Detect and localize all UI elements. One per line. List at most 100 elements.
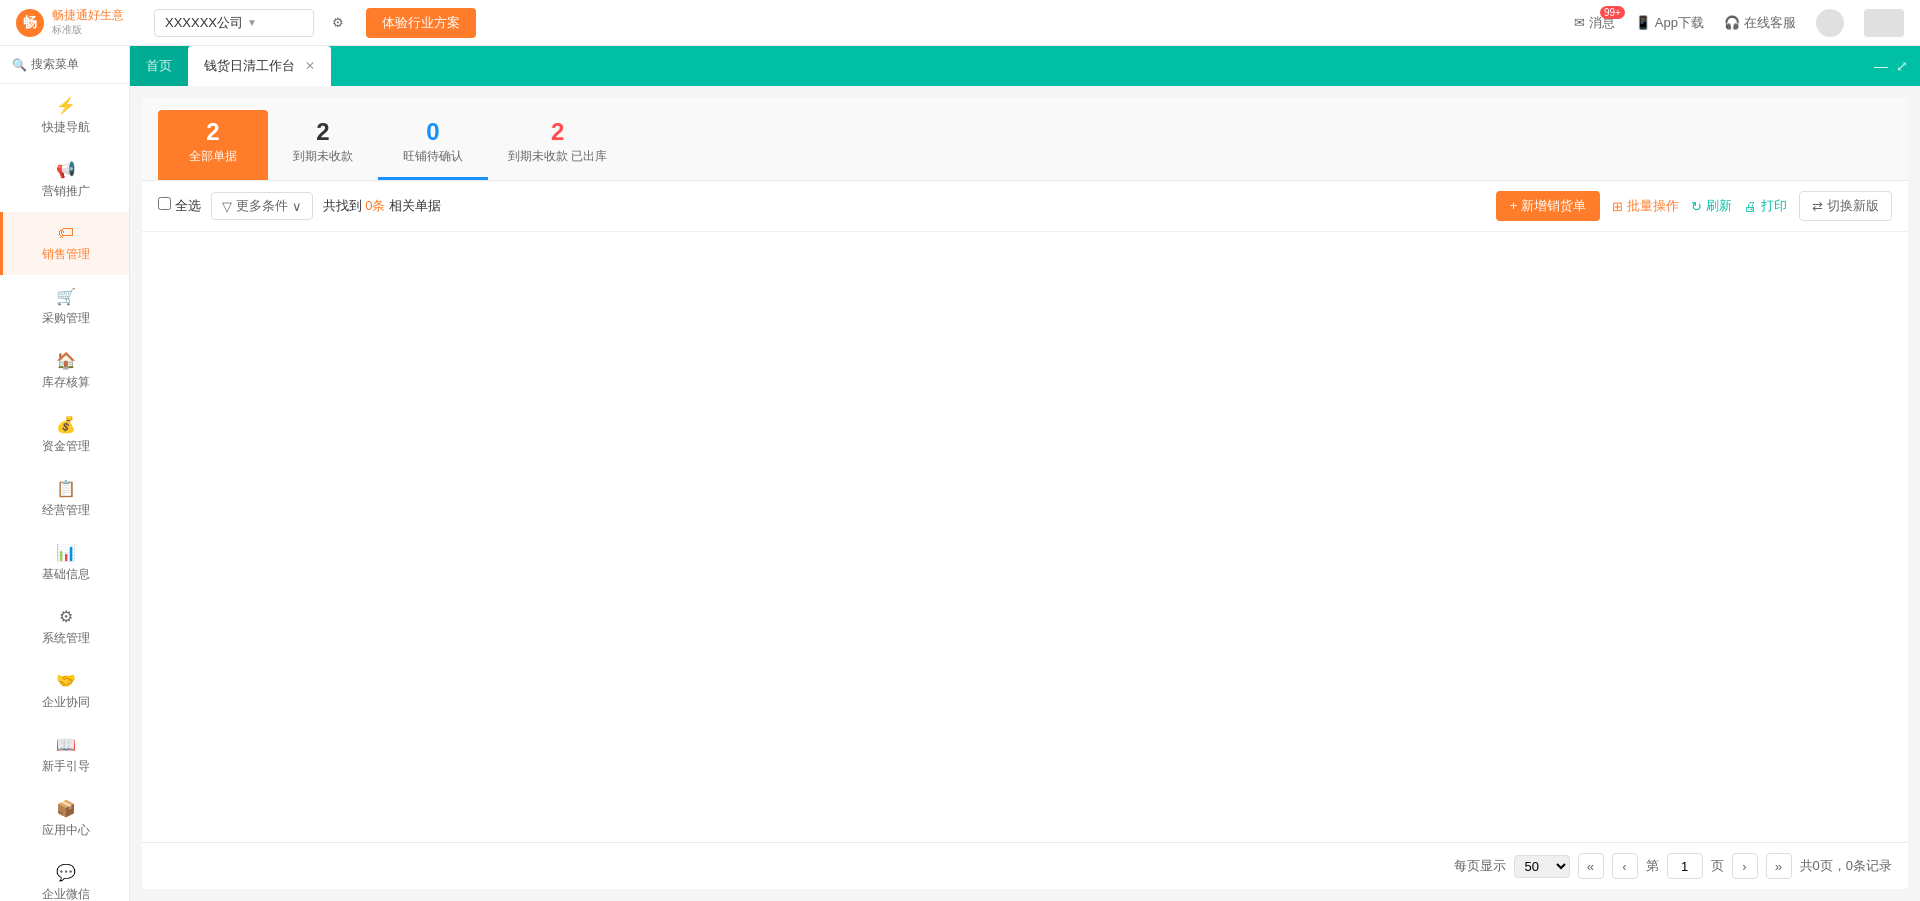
prev-page-button[interactable]: ‹ (1612, 853, 1638, 879)
print-button[interactable]: 🖨 打印 (1744, 197, 1787, 215)
cooperation-label: 企业协同 (42, 694, 90, 711)
checkbox-input[interactable] (158, 197, 171, 210)
operations-icon: 📋 (56, 479, 76, 498)
basic-info-label: 基础信息 (42, 566, 90, 583)
page-suffix: 页 (1711, 857, 1724, 875)
stat-pending-label: 旺铺待确认 (403, 148, 463, 165)
user-name-area (1864, 9, 1904, 37)
sidebar: 🔍 搜索菜单 ⚡ 快捷导航 📢 营销推广 🏷 销售管理 🛒 采购管理 🏠 库存核… (0, 46, 130, 901)
select-all-label: 全选 (175, 198, 201, 213)
online-service-action[interactable]: 🎧 在线客服 (1724, 14, 1796, 32)
stat-all-num: 2 (206, 118, 219, 146)
tab-maximize-icon[interactable]: ⤢ (1896, 58, 1908, 74)
search-menu[interactable]: 🔍 搜索菜单 (0, 46, 129, 84)
total-text: 共0页，0条记录 (1800, 857, 1892, 875)
quick-nav-label: 快捷导航 (42, 119, 90, 136)
finance-label: 资金管理 (42, 438, 90, 455)
batch-icon: ⊞ (1612, 199, 1623, 214)
marketing-icon: 📢 (56, 160, 76, 179)
avatar[interactable] (1816, 9, 1844, 37)
stat-tab-all[interactable]: 2 全部单据 (158, 110, 268, 180)
filter-icon: ▽ (222, 199, 232, 214)
sidebar-item-cooperation[interactable]: 🤝 企业协同 (0, 659, 129, 723)
sidebar-item-wechat[interactable]: 💬 企业微信 (0, 851, 129, 901)
wechat-icon: 💬 (56, 863, 76, 882)
tab-close-icon[interactable]: ✕ (305, 59, 315, 73)
select-all-checkbox[interactable]: 全选 (158, 197, 201, 215)
search-menu-label: 搜索菜单 (31, 56, 79, 73)
logo-text: 畅捷通好生意 (52, 8, 124, 24)
tab-cash-work[interactable]: 钱货日清工作台 ✕ (188, 46, 331, 86)
inventory-icon: 🏠 (56, 351, 76, 370)
sidebar-item-guide[interactable]: 📖 新手引导 (0, 723, 129, 787)
toolbar: 全选 ▽ 更多条件 ∨ 共找到 0条 相关单据 (142, 181, 1908, 232)
stat-tab-overdue[interactable]: 2 到期未收款 (268, 110, 378, 180)
marketing-label: 营销推广 (42, 183, 90, 200)
work-bench: 2 全部单据 2 到期未收款 0 旺铺待确认 2 到期未收款 已出库 (142, 98, 1908, 889)
sidebar-item-inventory[interactable]: 🏠 库存核算 (0, 339, 129, 403)
new-sale-button[interactable]: + 新增销货单 (1496, 191, 1600, 221)
header-right: ✉ 消息 99 📱 App下载 🎧 在线客服 (1574, 9, 1904, 37)
last-page-button[interactable]: » (1766, 853, 1792, 879)
company-selector[interactable]: XXXXXX公司 ▼ (154, 9, 314, 37)
settings-button[interactable]: ⚙ (322, 7, 354, 39)
finance-icon: 💰 (56, 415, 76, 434)
search-icon: 🔍 (12, 58, 27, 72)
guide-label: 新手引导 (42, 758, 90, 775)
first-page-button[interactable]: « (1578, 853, 1604, 879)
stat-tab-pending[interactable]: 0 旺铺待确认 (378, 110, 488, 180)
sidebar-item-purchase[interactable]: 🛒 采购管理 (0, 275, 129, 339)
sidebar-item-operations[interactable]: 📋 经营管理 (0, 467, 129, 531)
sidebar-item-quick-nav[interactable]: ⚡ 快捷导航 (0, 84, 129, 148)
system-icon: ⚙ (59, 607, 73, 626)
sidebar-item-sales[interactable]: 🏷 销售管理 (0, 212, 129, 275)
page-label: 第 (1646, 857, 1659, 875)
next-page-button[interactable]: › (1732, 853, 1758, 879)
tab-home[interactable]: 首页 (130, 46, 188, 86)
trial-button[interactable]: 体验行业方案 (366, 8, 476, 38)
toolbar-left: 全选 ▽ 更多条件 ∨ 共找到 0条 相关单据 (158, 192, 441, 220)
tab-home-label: 首页 (146, 57, 172, 75)
company-name: XXXXXX公司 (165, 14, 243, 32)
switch-version-button[interactable]: ⇄ 切换新版 (1799, 191, 1892, 221)
stat-overdue-stock-label: 到期未收款 已出库 (508, 148, 607, 165)
logo-icon: 畅 (16, 9, 44, 37)
system-label: 系统管理 (42, 630, 90, 647)
tab-bar: 首页 钱货日清工作台 ✕ — ⤢ (130, 46, 1920, 86)
online-service-label: 在线客服 (1744, 14, 1796, 32)
refresh-button[interactable]: ↻ 刷新 (1691, 197, 1732, 215)
service-icon: 🎧 (1724, 15, 1740, 30)
stat-overdue-num: 2 (316, 118, 329, 146)
guide-icon: 📖 (56, 735, 76, 754)
message-action[interactable]: ✉ 消息 99 (1574, 14, 1615, 32)
page-number-input[interactable] (1667, 853, 1703, 879)
switch-icon: ⇄ (1812, 199, 1823, 214)
found-count: 0条 (365, 198, 385, 213)
sidebar-item-basic-info[interactable]: 📊 基础信息 (0, 531, 129, 595)
quick-nav-icon: ⚡ (56, 96, 76, 115)
page-size-select[interactable]: 50 20 100 (1514, 855, 1570, 878)
sidebar-item-marketing[interactable]: 📢 营销推广 (0, 148, 129, 212)
message-badge: 99 (1600, 6, 1625, 19)
toolbar-right: + 新增销货单 ⊞ 批量操作 ↻ 刷新 🖨 打印 (1496, 191, 1892, 221)
refresh-label: 刷新 (1706, 197, 1732, 215)
table-area (142, 232, 1908, 842)
found-suffix: 相关单据 (389, 198, 441, 213)
batch-op-button[interactable]: ⊞ 批量操作 (1612, 197, 1679, 215)
app-download-action[interactable]: 📱 App下载 (1635, 14, 1704, 32)
sidebar-item-finance[interactable]: 💰 资金管理 (0, 403, 129, 467)
sidebar-item-system[interactable]: ⚙ 系统管理 (0, 595, 129, 659)
sidebar-item-app-center[interactable]: 📦 应用中心 (0, 787, 129, 851)
stat-all-label: 全部单据 (189, 148, 237, 165)
filter-button[interactable]: ▽ 更多条件 ∨ (211, 192, 313, 220)
stat-tab-overdue-stock[interactable]: 2 到期未收款 已出库 (488, 110, 627, 180)
tab-minimize-icon[interactable]: — (1874, 58, 1888, 74)
operations-label: 经营管理 (42, 502, 90, 519)
inventory-label: 库存核算 (42, 374, 90, 391)
print-icon: 🖨 (1744, 199, 1757, 214)
purchase-label: 采购管理 (42, 310, 90, 327)
batch-label: 批量操作 (1627, 197, 1679, 215)
found-prefix: 共找到 (323, 198, 362, 213)
basic-info-icon: 📊 (56, 543, 76, 562)
main-content: 首页 钱货日清工作台 ✕ — ⤢ 2 全部单据 (130, 46, 1920, 901)
